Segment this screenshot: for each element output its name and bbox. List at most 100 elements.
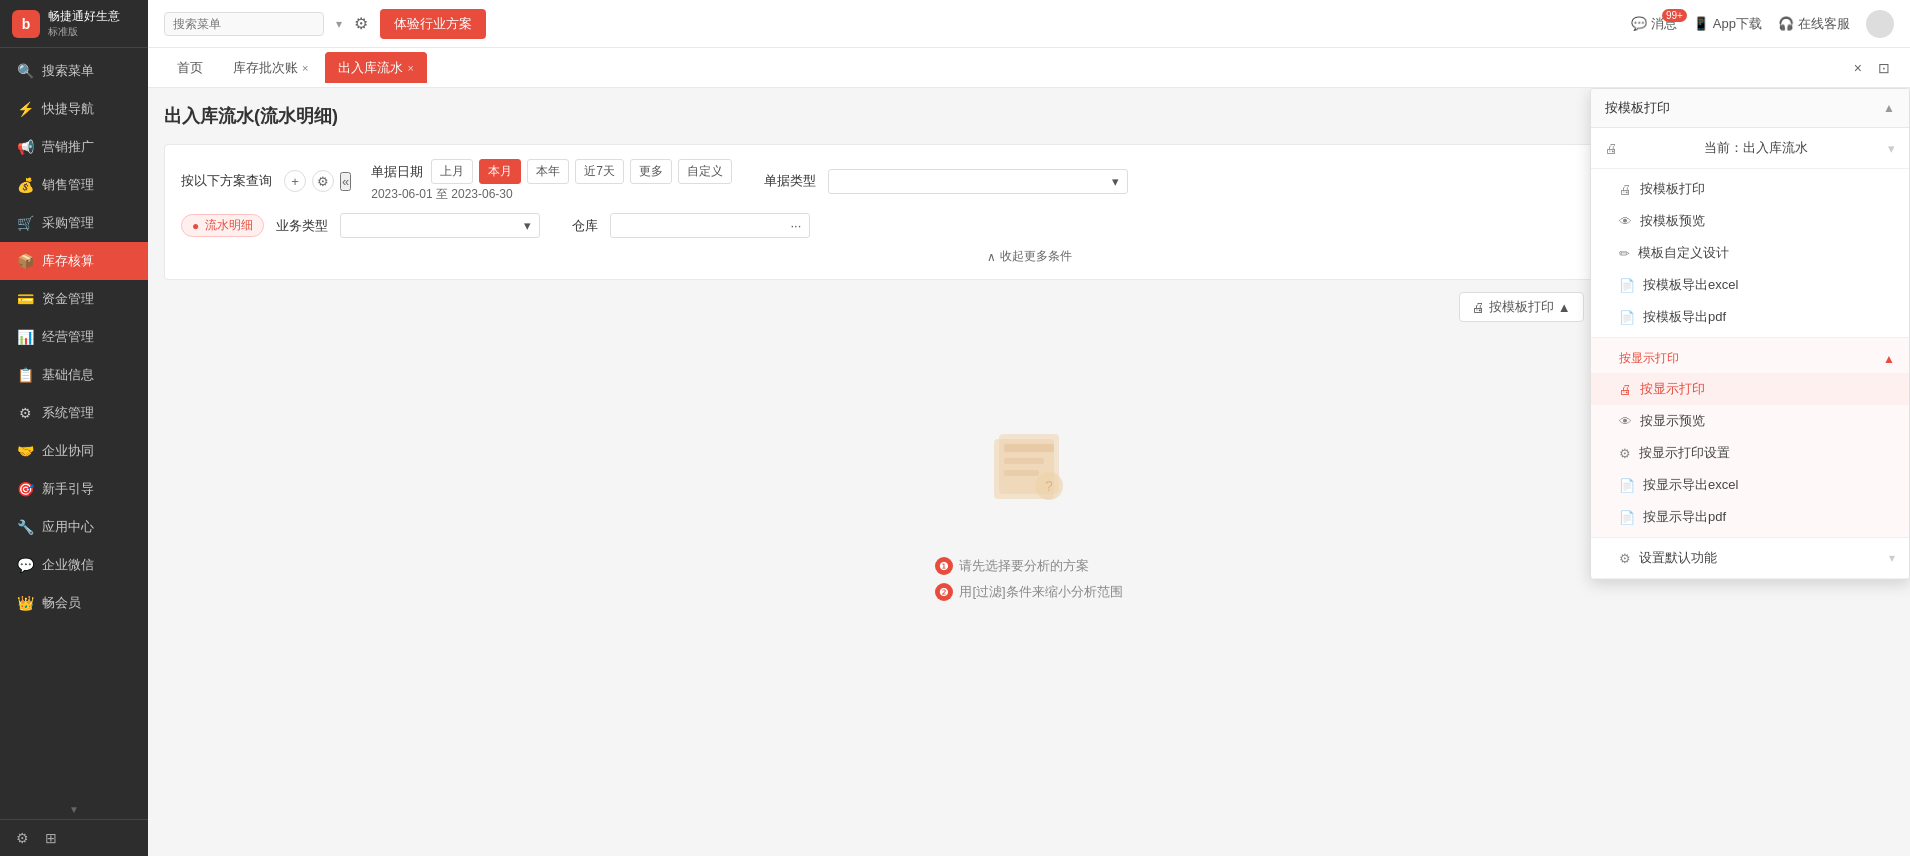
business-type-chevron-icon: ▾ (524, 218, 531, 233)
sidebar-item-label: 快捷导航 (42, 100, 94, 118)
tabs-expand-button[interactable]: ⊡ (1874, 56, 1894, 80)
member-icon: 👑 (16, 595, 34, 611)
app-download-item[interactable]: 📱 App下载 (1693, 15, 1762, 33)
display-preview-item[interactable]: 👁 按显示预览 (1591, 405, 1909, 437)
filter-tag-icon: ● (192, 219, 199, 233)
customer-service-label: 在线客服 (1798, 15, 1850, 33)
date-btn-more[interactable]: 更多 (630, 159, 672, 184)
topbar: ▾ ⚙ 体验行业方案 💬 消息 99+ 📱 App下载 🎧 在线客服 (148, 0, 1910, 48)
message-icon: 💬 (1631, 16, 1647, 31)
display-export-excel-item[interactable]: 📄 按显示导出excel (1591, 469, 1909, 501)
warehouse-more-icon[interactable]: ··· (790, 218, 801, 233)
customer-service-item[interactable]: 🎧 在线客服 (1778, 15, 1850, 33)
date-btn-current-year[interactable]: 本年 (527, 159, 569, 184)
tab-inventory-batch-close[interactable]: × (302, 62, 308, 74)
template-design-icon: ✏ (1619, 246, 1630, 261)
sidebar-item-sales[interactable]: 💰销售管理 (0, 166, 148, 204)
sidebar-item-apps[interactable]: 🔧应用中心 (0, 508, 148, 546)
sidebar-item-search[interactable]: 🔍 搜索菜单 (0, 52, 148, 90)
display-export-excel-icon: 📄 (1619, 478, 1635, 493)
search-icon: 🔍 (16, 63, 34, 79)
sidebar-item-finance[interactable]: 💳资金管理 (0, 280, 148, 318)
svg-text:?: ? (1045, 478, 1053, 494)
date-filter: 上月 本月 本年 近7天 更多 自定义 (431, 159, 732, 184)
display-print-icon: 🖨 (1619, 382, 1632, 397)
inventory-icon: 📦 (16, 253, 34, 269)
sidebar-item-purchase[interactable]: 🛒采购管理 (0, 204, 148, 242)
settings-icon[interactable]: ⚙ (16, 830, 29, 846)
template-preview-item[interactable]: 👁 按模板预览 (1591, 205, 1909, 237)
search-chevron-icon: ▾ (336, 17, 342, 31)
sidebar-item-system[interactable]: ⚙系统管理 (0, 394, 148, 432)
step1-number: ❶ (935, 557, 953, 575)
empty-text: ❶ 请先选择要分析的方案 ❷ 用[过滤]条件来缩小分析范围 (935, 553, 1122, 605)
display-print-settings-item[interactable]: ⚙ 按显示打印设置 (1591, 437, 1909, 469)
wechat-icon: 💬 (16, 557, 34, 573)
set-default-item[interactable]: ⚙ 设置默认功能 ▾ (1591, 542, 1909, 574)
collapse-sidebar-icon[interactable]: ⊞ (45, 830, 57, 846)
sidebar-item-collab[interactable]: 🤝企业协同 (0, 432, 148, 470)
tab-inout-flow-label: 出入库流水 (338, 59, 403, 77)
date-btn-custom[interactable]: 自定义 (678, 159, 732, 184)
current-chevron-icon: ▾ (1888, 141, 1895, 156)
filter-add-button[interactable]: + (284, 170, 306, 192)
template-export-pdf-label: 按模板导出pdf (1643, 308, 1895, 326)
tabs-collapse-button[interactable]: × (1850, 56, 1866, 80)
doc-type-select[interactable]: ▾ (828, 169, 1128, 194)
trial-button[interactable]: 体验行业方案 (380, 9, 486, 39)
display-print-collapse-icon[interactable]: ▲ (1883, 352, 1895, 366)
date-btn-last-month[interactable]: 上月 (431, 159, 473, 184)
warehouse-select[interactable]: ··· (610, 213, 810, 238)
display-print-item[interactable]: 🖨 按显示打印 (1591, 373, 1909, 405)
sidebar-item-label: 搜索菜单 (42, 62, 94, 80)
sidebar-item-basic[interactable]: 📋基础信息 (0, 356, 148, 394)
sidebar-nav: 🔍 搜索菜单 ⚡快捷导航📢营销推广💰销售管理🛒采购管理 📦 库存核算 💳资金管理📊经营管理… (0, 48, 148, 800)
filter-settings-button[interactable]: ⚙ (312, 170, 334, 192)
topbar-right: 💬 消息 99+ 📱 App下载 🎧 在线客服 (1631, 10, 1894, 38)
sidebar-item-quicknav[interactable]: ⚡快捷导航 (0, 90, 148, 128)
date-btn-7days[interactable]: 近7天 (575, 159, 624, 184)
print-button[interactable]: 🖨 按模板打印 ▲ (1459, 292, 1584, 322)
sidebar-item-marketing[interactable]: 📢营销推广 (0, 128, 148, 166)
collapse-text: 收起更多条件 (1000, 248, 1072, 265)
sidebar-item-member[interactable]: 👑畅会员 (0, 584, 148, 622)
template-design-item[interactable]: ✏ 模板自定义设计 (1591, 237, 1909, 269)
date-btn-current-month[interactable]: 本月 (479, 159, 521, 184)
sidebar-item-wechat[interactable]: 💬企业微信 (0, 546, 148, 584)
sidebar-item-label: 经营管理 (42, 328, 94, 346)
sidebar-item-guide[interactable]: 🎯 新手引导 (0, 470, 148, 508)
collapse-more-button[interactable]: ∧ 收起更多条件 (987, 248, 1072, 265)
tab-inventory-batch[interactable]: 库存批次账 × (220, 52, 321, 83)
current-print-icon: 🖨 (1605, 141, 1618, 156)
display-print-label: 按显示打印 (1640, 380, 1895, 398)
business-type-select[interactable]: ▾ (340, 213, 540, 238)
template-export-excel-item[interactable]: 📄 按模板导出excel (1591, 269, 1909, 301)
filter-label: 按以下方案查询 (181, 172, 272, 190)
guide-icon: 🎯 (16, 481, 34, 497)
template-print-label: 按模板打印 (1640, 180, 1895, 198)
display-export-pdf-item[interactable]: 📄 按显示导出pdf (1591, 501, 1909, 533)
search-input[interactable] (173, 17, 315, 31)
tab-inout-flow-close[interactable]: × (407, 62, 413, 74)
template-print-item[interactable]: 🖨 按模板打印 (1591, 173, 1909, 205)
template-export-pdf-item[interactable]: 📄 按模板导出pdf (1591, 301, 1909, 333)
message-item[interactable]: 💬 消息 99+ (1631, 15, 1677, 33)
display-preview-icon: 👁 (1619, 414, 1632, 429)
sidebar-item-operations[interactable]: 📊经营管理 (0, 318, 148, 356)
topbar-gear-icon[interactable]: ⚙ (354, 14, 368, 33)
avatar[interactable] (1866, 10, 1894, 38)
tab-inout-flow[interactable]: 出入库流水 × (325, 52, 426, 83)
tab-home[interactable]: 首页 (164, 52, 216, 83)
sidebar-item-label: 新手引导 (42, 480, 94, 498)
sidebar-item-label: 库存核算 (42, 252, 94, 270)
current-label: 当前：出入库流水 (1704, 139, 1808, 157)
filter-tag: ● 流水明细 (181, 214, 264, 237)
filter-collapse-button[interactable]: « (340, 172, 351, 191)
dropdown-collapse-icon[interactable]: ▲ (1883, 101, 1895, 115)
template-export-pdf-icon: 📄 (1619, 310, 1635, 325)
sidebar-item-inventory[interactable]: 📦 库存核算 (0, 242, 148, 280)
scroll-down-icon[interactable]: ▼ (69, 804, 79, 815)
search-box[interactable] (164, 12, 324, 36)
sidebar-item-label: 基础信息 (42, 366, 94, 384)
collab-icon: 🤝 (16, 443, 34, 459)
